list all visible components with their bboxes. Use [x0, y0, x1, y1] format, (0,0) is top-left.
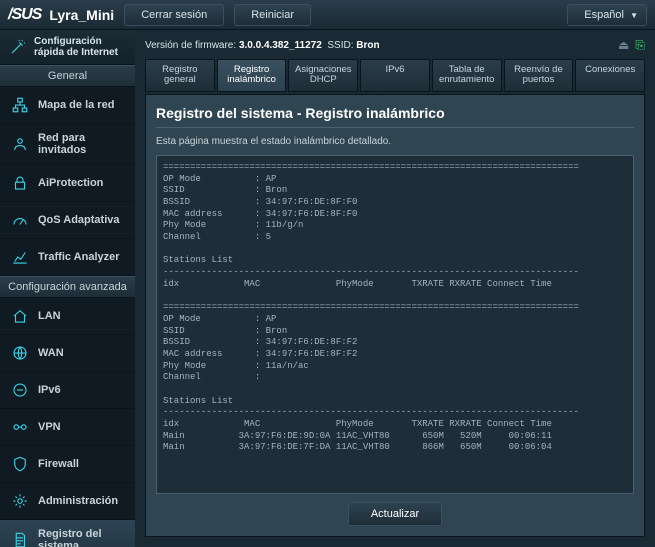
globe-icon: [10, 343, 30, 363]
sidebar-item-label: QoS Adaptativa: [38, 214, 120, 226]
sidebar-item-label: Firewall: [38, 458, 79, 470]
tab-ipv6[interactable]: IPv6: [360, 59, 430, 92]
sidebar-item-label: VPN: [38, 421, 61, 433]
sidebar: Configuración rápida de Internet General…: [0, 30, 135, 547]
sidebar-item-guest[interactable]: Red para invitados: [0, 124, 135, 165]
sidebar-item-networkmap[interactable]: Mapa de la red: [0, 87, 135, 124]
lock-icon: [10, 173, 30, 193]
firmware-label: Versión de firmware:: [145, 40, 236, 51]
guest-icon: [10, 134, 30, 154]
advanced-header: Configuración avanzada: [0, 276, 135, 298]
sidebar-item-lan[interactable]: LAN: [0, 298, 135, 335]
sidebar-item-label: Mapa de la red: [38, 99, 114, 111]
ssid-value: Bron: [356, 40, 379, 51]
tab-portforward[interactable]: Reenvío de puertos: [504, 59, 574, 92]
reboot-button[interactable]: Reiniciar: [234, 4, 311, 26]
tab-routing[interactable]: Tabla de enrutamiento: [432, 59, 502, 92]
ssid-label: SSID:: [327, 40, 353, 51]
ipv6-icon: [10, 380, 30, 400]
gear-icon: [10, 491, 30, 511]
sidebar-item-admin[interactable]: Administración: [0, 483, 135, 520]
firmware-line: Versión de firmware: 3.0.0.4.382_11272 S…: [145, 36, 645, 59]
vpn-icon: [10, 417, 30, 437]
usb-status-icon[interactable]: ⏏: [618, 38, 629, 53]
tab-general-log[interactable]: Registro general: [145, 59, 215, 92]
sidebar-item-wan[interactable]: WAN: [0, 335, 135, 372]
firmware-version[interactable]: 3.0.0.4.382_11272: [239, 40, 322, 51]
quick-internet-setup[interactable]: Configuración rápida de Internet: [0, 30, 135, 65]
sidebar-item-label: Registro del sistema: [38, 528, 125, 547]
sidebar-item-label: Traffic Analyzer: [38, 251, 120, 263]
sidebar-item-label: IPv6: [38, 384, 61, 396]
log-textarea[interactable]: ========================================…: [156, 155, 634, 494]
panel: Registro del sistema - Registro inalámbr…: [145, 94, 645, 537]
sidebar-item-qos[interactable]: QoS Adaptativa: [0, 202, 135, 239]
shield-icon: [10, 454, 30, 474]
general-header: General: [0, 65, 135, 87]
qcis-label: Configuración rápida de Internet: [34, 36, 127, 58]
chart-icon: [10, 247, 30, 267]
sidebar-item-syslog[interactable]: Registro del sistema: [0, 520, 135, 547]
sidebar-item-ipv6[interactable]: IPv6: [0, 372, 135, 409]
sidebar-item-label: Administración: [38, 495, 118, 507]
document-icon: [10, 530, 30, 547]
sidebar-item-label: WAN: [38, 347, 64, 359]
logout-button[interactable]: Cerrar sesión: [124, 4, 224, 26]
page-desc: Esta página muestra el estado inalámbric…: [156, 136, 634, 147]
tab-connections[interactable]: Conexiones: [575, 59, 645, 92]
sidebar-item-label: Red para invitados: [38, 132, 125, 156]
logo: /SUS: [8, 6, 41, 24]
sidebar-item-label: LAN: [38, 310, 61, 322]
network-icon: [10, 95, 30, 115]
page-title: Registro del sistema - Registro inalámbr…: [156, 105, 634, 128]
gauge-icon: [10, 210, 30, 230]
sidebar-item-traffic[interactable]: Traffic Analyzer: [0, 239, 135, 276]
sidebar-item-label: AiProtection: [38, 177, 103, 189]
home-icon: [10, 306, 30, 326]
sidebar-item-firewall[interactable]: Firewall: [0, 446, 135, 483]
tab-wireless-log[interactable]: Registro inalámbrico: [217, 59, 287, 92]
content: Versión de firmware: 3.0.0.4.382_11272 S…: [135, 30, 655, 547]
topbar: /SUS Lyra_Mini Cerrar sesión Reiniciar E…: [0, 0, 655, 30]
model-name: Lyra_Mini: [49, 7, 114, 23]
sidebar-item-vpn[interactable]: VPN: [0, 409, 135, 446]
sidebar-item-aiprotection[interactable]: AiProtection: [0, 165, 135, 202]
wand-icon: [8, 37, 28, 57]
tab-dhcp[interactable]: Asignaciones DHCP: [288, 59, 358, 92]
link-status-icon[interactable]: ⎘: [635, 38, 645, 53]
language-selector[interactable]: Español: [567, 4, 647, 26]
tabs: Registro general Registro inalámbrico As…: [145, 59, 645, 92]
refresh-button[interactable]: Actualizar: [348, 502, 442, 526]
